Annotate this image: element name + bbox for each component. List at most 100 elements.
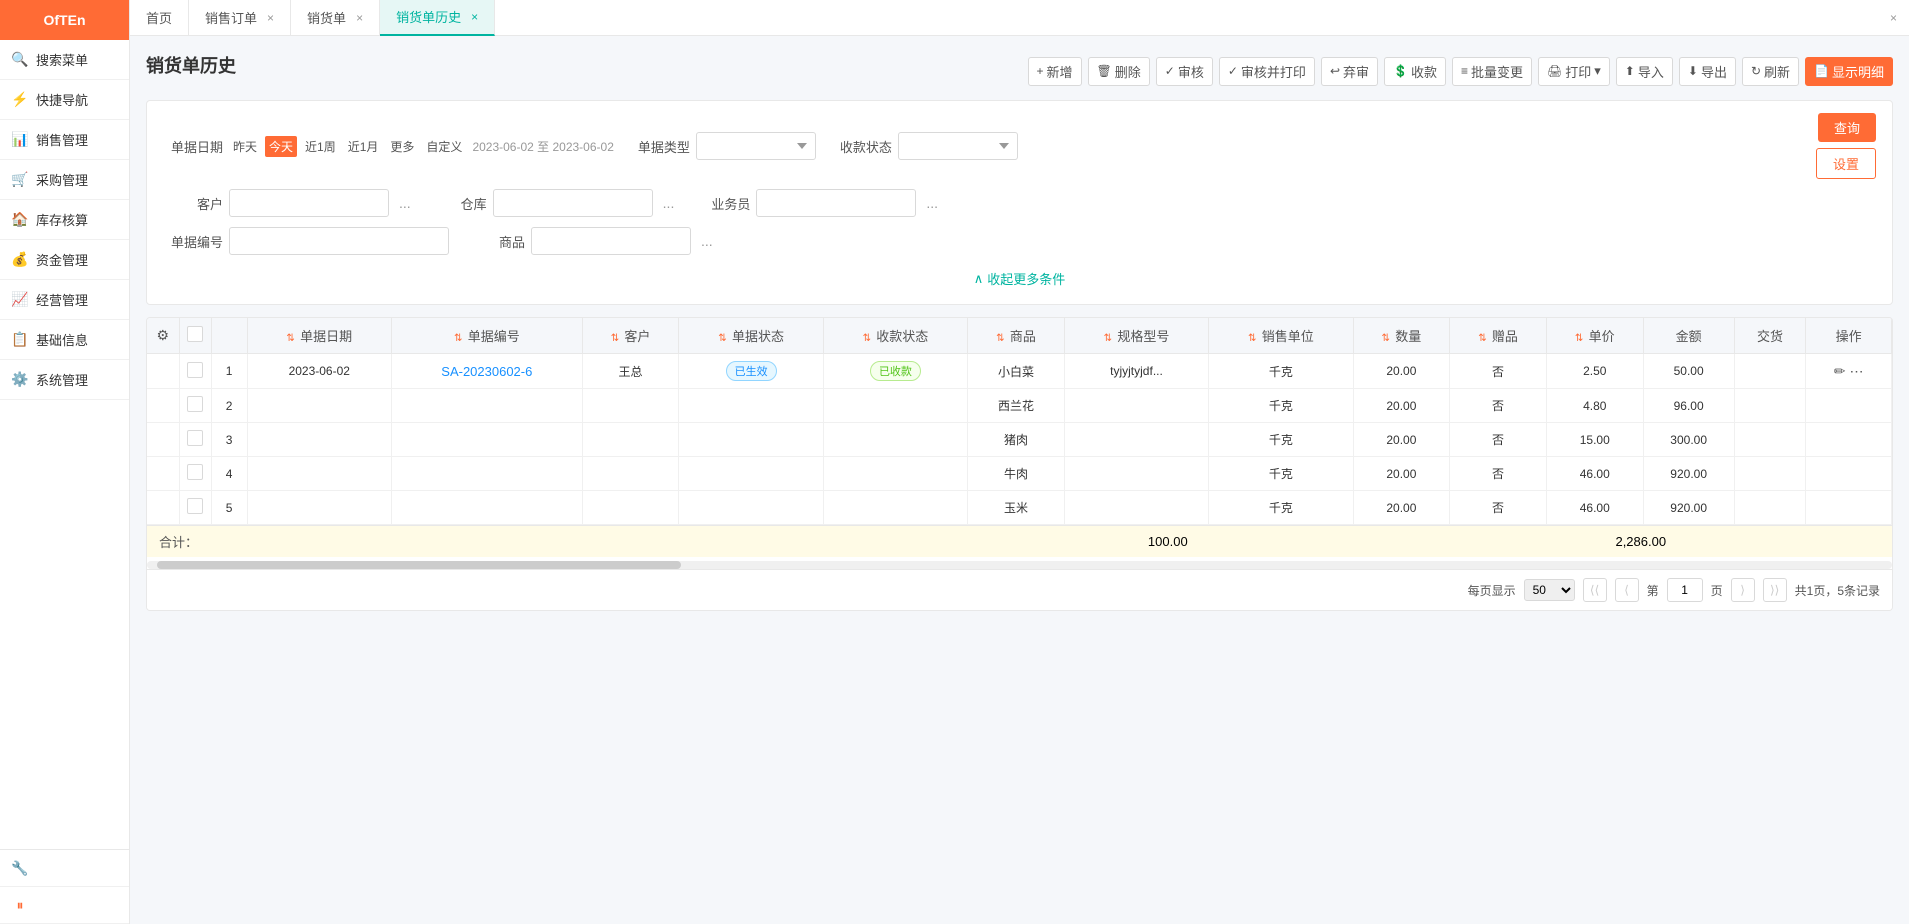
filter-settings-button[interactable]: 设置 <box>1816 148 1876 179</box>
last-page-btn[interactable]: ⟩⟩ <box>1763 578 1787 602</box>
product-dots[interactable]: ... <box>701 233 713 249</box>
col-actions-label: 操作 <box>1836 329 1862 344</box>
yesterday-btn[interactable]: 昨天 <box>229 136 261 157</box>
receive-button[interactable]: 💲 收款 <box>1384 57 1446 86</box>
row-checkbox[interactable] <box>187 362 203 378</box>
row-checkbox[interactable] <box>187 396 203 412</box>
amount-cell: 50.00 <box>1643 354 1734 389</box>
sidebar-pause-btn[interactable]: ⏸ <box>0 887 129 924</box>
total-info: 共1页，5条记录 <box>1795 582 1880 599</box>
page-input[interactable] <box>1667 578 1703 602</box>
show-detail-button[interactable]: 📄 显示明细 <box>1805 57 1893 86</box>
sidebar-item-basic-info[interactable]: 📋 基础信息 <box>0 320 129 360</box>
first-page-btn[interactable]: ⟨⟨ <box>1583 578 1607 602</box>
warehouse-input[interactable] <box>493 189 653 217</box>
product-input[interactable] <box>531 227 691 255</box>
col-doc-no[interactable]: ⇅ 单据编号 <box>391 318 582 354</box>
sales-unit-cell: 千克 <box>1209 457 1353 491</box>
next-page-btn[interactable]: ⟩ <box>1731 578 1755 602</box>
plus-icon: + <box>1037 64 1044 78</box>
audit-print-button[interactable]: ✓ 审核并打印 <box>1219 57 1315 86</box>
row-checkbox[interactable] <box>187 464 203 480</box>
warehouse-dots[interactable]: ... <box>663 195 675 211</box>
tab-bar: 首页 销售订单 × 销货单 × 销货单历史 × × <box>130 0 1909 36</box>
spec-type-cell <box>1064 389 1208 423</box>
print-button[interactable]: 🖨 打印 ▾ <box>1538 57 1610 86</box>
batch-change-icon: ≡ <box>1461 64 1468 78</box>
table-header-row: ⚙ ⇅ 单据日期 ⇅ 单据编号 <box>147 318 1892 354</box>
prev-page-btn[interactable]: ⟨ <box>1615 578 1639 602</box>
collapse-btn[interactable]: ∧ 收起更多条件 <box>974 265 1066 292</box>
sort-icon: ⇅ <box>1478 333 1486 344</box>
last7-btn[interactable]: 近1周 <box>301 136 340 157</box>
amount-cell: 920.00 <box>1643 457 1734 491</box>
col-sales-unit[interactable]: ⇅ 销售单位 <box>1209 318 1353 354</box>
col-unit-price[interactable]: ⇅ 单价 <box>1546 318 1643 354</box>
tab-home[interactable]: 首页 <box>130 0 189 36</box>
col-row-no <box>211 318 247 354</box>
export-button[interactable]: ⬇ 导出 <box>1679 57 1736 86</box>
batch-change-label: 批量变更 <box>1471 62 1523 81</box>
scroll-thumb[interactable] <box>157 561 681 569</box>
row-checkbox[interactable] <box>187 498 203 514</box>
col-spec-type[interactable]: ⇅ 规格型号 <box>1064 318 1208 354</box>
col-customer[interactable]: ⇅ 客户 <box>582 318 679 354</box>
col-doc-status[interactable]: ⇅ 单据状态 <box>679 318 823 354</box>
today-btn[interactable]: 今天 <box>265 136 297 157</box>
sidebar-item-sales-mgmt[interactable]: 📊 销售管理 <box>0 120 129 160</box>
customer-dots[interactable]: ... <box>399 195 411 211</box>
more-action-icon[interactable]: ⋯ <box>1847 361 1865 381</box>
delete-button[interactable]: 🗑 删除 <box>1088 57 1150 86</box>
sort-icon: ⇅ <box>863 333 871 344</box>
close-all-tabs[interactable]: × <box>1878 11 1909 25</box>
sidebar-item-purchase-mgmt[interactable]: 🛒 采购管理 <box>0 160 129 200</box>
col-product[interactable]: ⇅ 商品 <box>968 318 1065 354</box>
row-checkbox[interactable] <box>187 430 203 446</box>
col-gift[interactable]: ⇅ 赠品 <box>1450 318 1547 354</box>
abandon-button[interactable]: ↩ 弃审 <box>1321 57 1378 86</box>
batch-change-button[interactable]: ≡ 批量变更 <box>1452 57 1532 86</box>
col-payment-status[interactable]: ⇅ 收款状态 <box>823 318 967 354</box>
tab-sales-history-close[interactable]: × <box>471 10 478 24</box>
sidebar-item-quick-nav[interactable]: ⚡ 快捷导航 <box>0 80 129 120</box>
doc-status-cell <box>679 457 823 491</box>
more-btn[interactable]: 更多 <box>386 136 418 157</box>
sidebar-item-ops-mgmt[interactable]: 📈 经营管理 <box>0 280 129 320</box>
row-no-cell: 4 <box>211 457 247 491</box>
staff-dots[interactable]: ... <box>926 195 938 211</box>
sidebar-settings-btn[interactable]: 🔧 <box>0 850 129 887</box>
select-all-checkbox[interactable] <box>187 326 203 342</box>
settings-icon: 🔧 <box>12 860 28 876</box>
tab-sales-history[interactable]: 销货单历史 × <box>380 0 495 36</box>
doc-no-cell <box>391 423 582 457</box>
table-row: 5 玉米 千克 20.00 否 46.00 920.00 <box>147 491 1892 525</box>
tab-sales-order[interactable]: 销售订单 × <box>189 0 291 36</box>
last1m-btn[interactable]: 近1月 <box>344 136 383 157</box>
col-doc-no-label: 单据编号 <box>468 329 520 344</box>
tab-sales-goods-close[interactable]: × <box>356 11 363 25</box>
payment-status-select[interactable] <box>898 132 1018 160</box>
edit-action-icon[interactable]: ✏ <box>1832 361 1848 381</box>
doc-no-link[interactable]: SA-20230602-6 <box>441 364 532 379</box>
doc-no-input[interactable] <box>229 227 449 255</box>
sidebar-item-inventory[interactable]: 🏠 库存核算 <box>0 200 129 240</box>
horizontal-scrollbar[interactable] <box>147 561 1892 569</box>
customer-input[interactable] <box>229 189 389 217</box>
doc-type-select[interactable] <box>696 132 816 160</box>
sidebar-item-finance[interactable]: 💰 资金管理 <box>0 240 129 280</box>
new-button[interactable]: + 新增 <box>1028 57 1082 86</box>
table-gear-icon[interactable]: ⚙ <box>156 327 169 343</box>
custom-btn[interactable]: 自定义 <box>422 136 466 157</box>
query-button[interactable]: 查询 <box>1818 113 1876 142</box>
tab-sales-goods[interactable]: 销货单 × <box>291 0 380 36</box>
staff-input[interactable] <box>756 189 916 217</box>
col-quantity[interactable]: ⇅ 数量 <box>1353 318 1450 354</box>
import-button[interactable]: ⬆ 导入 <box>1616 57 1673 86</box>
sidebar-item-search-menu[interactable]: 🔍 搜索菜单 <box>0 40 129 80</box>
col-doc-date[interactable]: ⇅ 单据日期 <box>247 318 391 354</box>
sidebar-item-sys-mgmt[interactable]: ⚙️ 系统管理 <box>0 360 129 400</box>
tab-sales-order-close[interactable]: × <box>267 11 274 25</box>
refresh-button[interactable]: ↻ 刷新 <box>1742 57 1799 86</box>
audit-button[interactable]: ✓ 审核 <box>1156 57 1213 86</box>
per-page-select[interactable]: 50 100 <box>1524 579 1575 601</box>
